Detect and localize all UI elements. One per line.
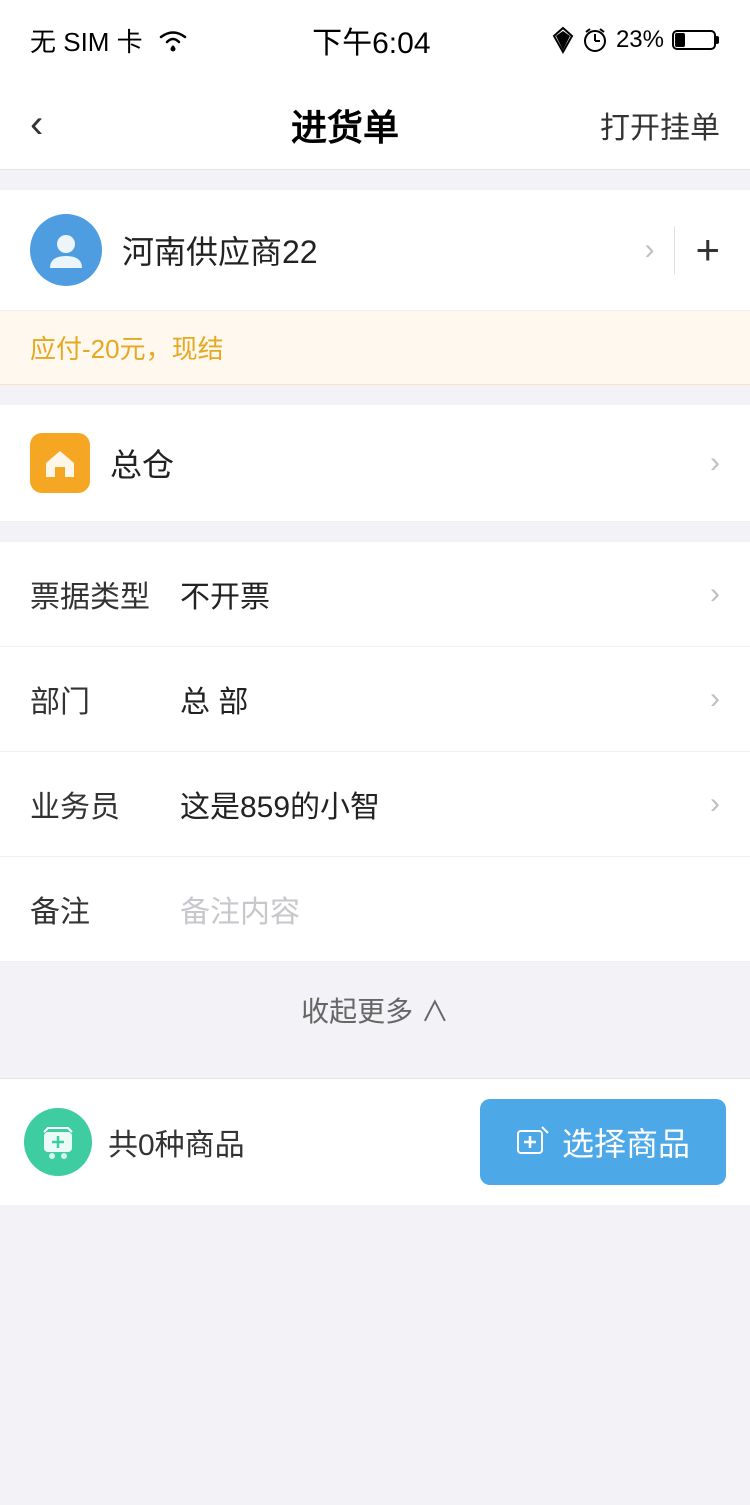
status-time: 下午6:04 [312, 18, 430, 62]
battery-text: 23% [616, 26, 664, 54]
select-product-label: 选择商品 [562, 1119, 690, 1165]
carrier-text: 无 SIM 卡 [30, 22, 143, 59]
salesperson-value: 这是859的小智 [180, 782, 710, 826]
page-title: 进货单 [291, 99, 399, 151]
salesperson-chevron-icon: › [710, 787, 720, 821]
separator-2 [0, 385, 750, 405]
warehouse-section: 总仓 › [0, 405, 750, 522]
status-right: 23% [552, 26, 720, 54]
remark-row[interactable]: 备注 备注内容 [0, 857, 750, 962]
notice-text: 应付-20元，现结 [30, 334, 224, 364]
open-hang-button[interactable]: 打开挂单 [600, 103, 720, 147]
notice-banner: 应付-20元，现结 [0, 311, 750, 385]
person-icon [44, 228, 88, 272]
department-chevron-icon: › [710, 682, 720, 716]
invoice-type-label: 票据类型 [30, 572, 160, 616]
department-row[interactable]: 部门 总 部 › [0, 647, 750, 752]
alarm-icon [582, 26, 608, 54]
status-bar: 无 SIM 卡 下午6:04 23% [0, 0, 750, 80]
invoice-type-row[interactable]: 票据类型 不开票 › [0, 542, 750, 647]
bottom-bar: 共0种商品 选择商品 [0, 1078, 750, 1205]
product-icon-bg [24, 1108, 92, 1176]
wifi-icon [155, 27, 191, 53]
separator-3 [0, 522, 750, 542]
collapse-row[interactable]: 收起更多 ∧ [0, 962, 750, 1058]
form-section: 票据类型 不开票 › 部门 总 部 › 业务员 这是859的小智 › 备注 备注… [0, 542, 750, 962]
location-icon [552, 26, 574, 54]
warehouse-chevron-icon: › [710, 446, 720, 480]
back-button[interactable]: ‹ [30, 102, 90, 147]
supplier-row[interactable]: 河南供应商22 › + [0, 190, 750, 311]
separator-1 [0, 170, 750, 190]
nav-bar: ‹ 进货单 打开挂单 [0, 80, 750, 170]
supplier-section: 河南供应商22 › + 应付-20元，现结 [0, 190, 750, 385]
invoice-type-value: 不开票 [180, 572, 710, 616]
warehouse-label: 总仓 [110, 440, 710, 486]
gray-area [0, 1205, 750, 1505]
department-value: 总 部 [180, 677, 710, 721]
warehouse-row[interactable]: 总仓 › [0, 405, 750, 522]
add-supplier-button[interactable]: + [674, 226, 720, 274]
select-product-button[interactable]: 选择商品 [480, 1099, 726, 1185]
collapse-label: 收起更多 ∧ [301, 990, 449, 1030]
supplier-chevron-icon: › [644, 233, 654, 267]
remark-input[interactable]: 备注内容 [180, 887, 720, 931]
cart-icon [38, 1122, 78, 1162]
salesperson-label: 业务员 [30, 782, 160, 826]
select-product-icon [516, 1125, 550, 1159]
supplier-avatar [30, 214, 102, 286]
battery-icon [672, 27, 720, 53]
house-icon [42, 445, 78, 481]
supplier-name: 河南供应商22 [122, 227, 644, 273]
warehouse-icon-bg [30, 433, 90, 493]
remark-label: 备注 [30, 887, 160, 931]
department-label: 部门 [30, 677, 160, 721]
salesperson-row[interactable]: 业务员 这是859的小智 › [0, 752, 750, 857]
status-left: 无 SIM 卡 [30, 22, 191, 59]
product-count-text: 共0种商品 [108, 1120, 480, 1164]
invoice-type-chevron-icon: › [710, 577, 720, 611]
